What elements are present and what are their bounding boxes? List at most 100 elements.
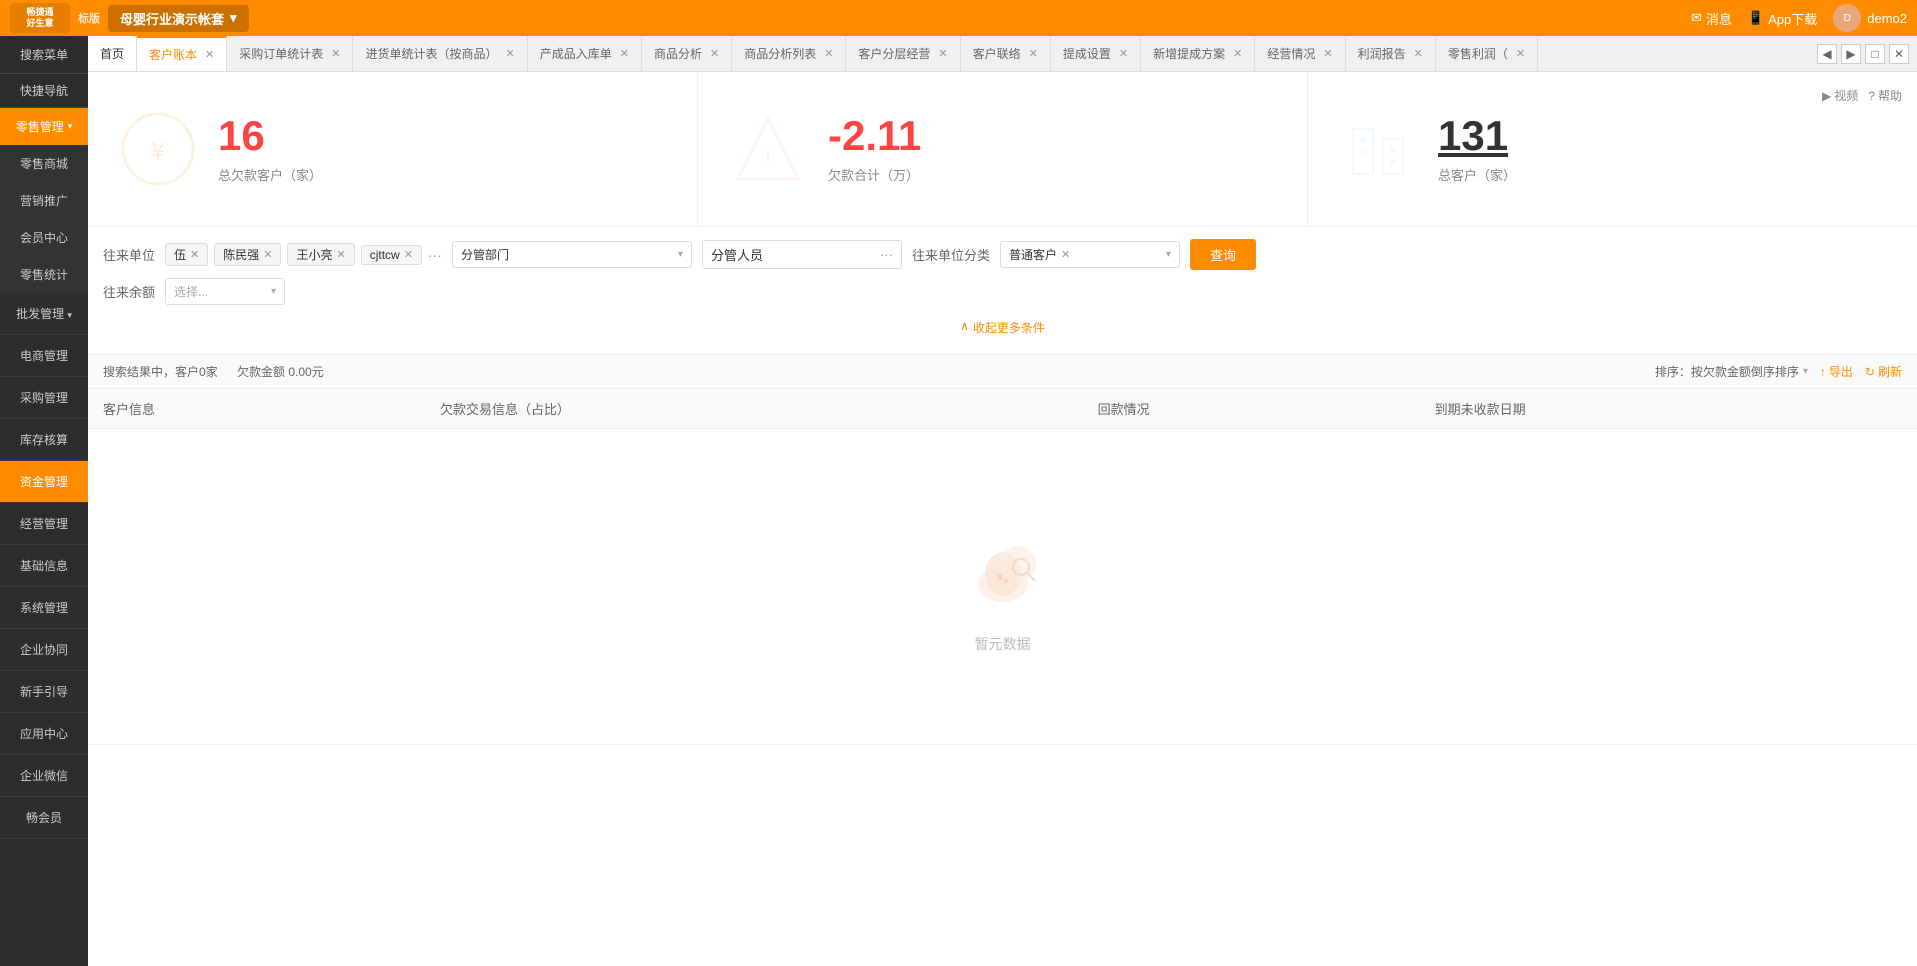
stat-value-total: 131 [1438,115,1516,157]
sidebar-item-retail[interactable]: 零售管理 ▾ [0,108,88,145]
col-due-date: 到期未收款日期 [1420,389,1917,429]
help-btn[interactable]: ? 帮助 [1868,87,1902,104]
tab-scroll-right[interactable]: ▶ [1841,44,1861,64]
tab-close-business[interactable]: ✕ [1323,47,1332,60]
tab-goods-analysis[interactable]: 商品分析 ✕ [642,36,732,72]
filter-area: 往来单位 伍 ✕ 陈民强 ✕ 王小亮 [88,227,1917,355]
main-layout: 搜索菜单 快捷导航 零售管理 ▾ 零售商城 营销推广 会员中心 零售统计 批发管… [0,36,1917,966]
tab-stock-stats[interactable]: 进货单统计表（按商品） ✕ [353,36,527,72]
sidebar-item-capital[interactable]: 资金管理 [0,461,88,503]
unit-category-selector[interactable]: 普通客户 ✕ ▾ [1000,241,1180,268]
filter-tag-close-chen[interactable]: ✕ [263,248,272,261]
sidebar-quick-nav[interactable]: 快捷导航 [0,74,88,108]
tab-business[interactable]: 经营情况 ✕ [1255,36,1345,72]
sort-selector[interactable]: 排序：按欠款金额倒序排序 ▾ [1655,363,1808,380]
download-icon: 📱 [1748,10,1764,26]
filter-tag-close-common[interactable]: ✕ [1061,248,1070,261]
tab-home[interactable]: 首页 [88,36,137,72]
refresh-btn[interactable]: ↻ 刷新 [1865,363,1902,380]
tab-close-goods[interactable]: ✕ [710,47,719,60]
svg-text:¥: ¥ [150,138,165,165]
filter-tag-close-cjttcw[interactable]: ✕ [404,248,413,261]
tab-profit-report[interactable]: 利润报告 ✕ [1346,36,1436,72]
balance-label: 往来余额 [103,282,155,301]
user-avatar-btn[interactable]: D demo2 [1833,4,1907,32]
chevron-down-sort: ▾ [1803,366,1808,377]
balance-selector[interactable]: 选择... ▾ [165,278,285,305]
stat-info-total: 131 总客户（家） [1438,115,1516,184]
sidebar-item-operations[interactable]: 经营管理 [0,503,88,545]
chevron-down-icon: ▾ [230,10,237,26]
sidebar-item-system[interactable]: 系统管理 [0,587,88,629]
video-btn[interactable]: ▶ 视频 [1822,87,1858,104]
chevron-down-dept: ▾ [678,249,683,260]
sidebar-item-wholesale[interactable]: 批发管理 ▾ [0,293,88,335]
tab-close-contact[interactable]: ✕ [1029,47,1038,60]
tab-purchase-order[interactable]: 采购订单统计表 ✕ [227,36,353,72]
tab-close-purchase[interactable]: ✕ [331,47,340,60]
tab-customer-segment[interactable]: 客户分层经营 ✕ [846,36,960,72]
system-selector[interactable]: 母婴行业演示帐套 ▾ [108,5,249,32]
filter-tag-wu: 伍 ✕ [165,243,208,266]
sidebar-item-marketing[interactable]: 营销推广 [0,182,88,219]
sidebar-item-app-center[interactable]: 应用中心 [0,713,88,755]
tab-goods-analysis-list[interactable]: 商品分析列表 ✕ [732,36,846,72]
tab-close-stock[interactable]: ✕ [506,47,515,60]
tab-scroll-left[interactable]: ◀ [1817,44,1837,64]
data-table: 客户信息 欠款交易信息（占比） 回款情况 到期未收款日期 [88,389,1917,745]
sidebar-item-new-guide[interactable]: 新手引导 [0,671,88,713]
sidebar-item-member[interactable]: 会员中心 [0,219,88,256]
person-selector[interactable]: 分管人员 ··· [702,240,902,269]
col-debt-info: 欠款交易信息（占比） [425,389,1083,429]
tab-close-customer-book[interactable]: ✕ [205,48,214,61]
building-icon [1338,109,1418,189]
sidebar-item-wecom[interactable]: 企业微信 [0,755,88,797]
sidebar-item-purchase[interactable]: 采购管理 [0,377,88,419]
sidebar-item-ecommerce[interactable]: 电商管理 [0,335,88,377]
table-empty-row: 暂元数据 [88,429,1917,745]
sidebar-item-inventory[interactable]: 库存核算 [0,419,88,461]
stat-info-customers: 16 总欠款客户（家） [218,115,322,184]
tab-close-segment[interactable]: ✕ [938,47,947,60]
tab-maximize[interactable]: □ [1865,44,1885,64]
unit-label: 往来单位 [103,245,155,264]
tab-close-profit[interactable]: ✕ [1414,47,1423,60]
tab-close-product-in[interactable]: ✕ [620,47,629,60]
tab-close-goods-list[interactable]: ✕ [824,47,833,60]
query-button[interactable]: 查询 [1190,239,1256,270]
top-bar-right: ✉ 消息 📱 App下载 D demo2 [1691,4,1907,32]
sidebar-search[interactable]: 搜索菜单 [0,36,88,74]
tab-customer-contact[interactable]: 客户联络 ✕ [961,36,1051,72]
filter-more-tags[interactable]: ··· [428,247,442,263]
sidebar-item-enterprise[interactable]: 企业协同 [0,629,88,671]
tab-close-plan[interactable]: ✕ [1233,47,1242,60]
empty-state-cell: 暂元数据 [88,429,1917,745]
sidebar-item-vip[interactable]: 畅会员 [0,797,88,839]
dept-selector[interactable]: 分管部门 ▾ [452,241,692,268]
tab-retail-profit[interactable]: 零售利润（ ✕ [1436,36,1538,72]
tab-promotion-settings[interactable]: 提成设置 ✕ [1051,36,1141,72]
app-subtitle: 标版 [78,10,100,26]
messages-btn[interactable]: ✉ 消息 [1691,9,1732,28]
tab-controls: ◀ ▶ □ ✕ [1809,44,1917,64]
tab-product-in[interactable]: 产成品入库单 ✕ [528,36,642,72]
filter-tag-close-wang[interactable]: ✕ [337,248,346,261]
stat-block-debt: ! -2.11 欠款合计（万） [698,72,1308,226]
sidebar-item-retail-stats[interactable]: 零售统计 [0,256,88,293]
sidebar-item-retail-mall[interactable]: 零售商城 [0,145,88,182]
sidebar-item-basic-info[interactable]: 基础信息 [0,545,88,587]
tab-close-promotion[interactable]: ✕ [1119,47,1128,60]
collapse-btn[interactable]: ∧ 收起更多条件 [103,313,1902,342]
tab-customer-book[interactable]: 客户账本 ✕ [137,36,227,72]
empty-text: 暂元数据 [975,634,1031,654]
tab-close-retail-profit[interactable]: ✕ [1516,47,1525,60]
app-logo: 畅捷通好生意 [10,3,70,33]
empty-state: 暂元数据 [103,439,1902,734]
filter-tag-close-wu[interactable]: ✕ [190,248,199,261]
svg-text:!: ! [765,147,771,169]
export-btn[interactable]: ↑ 导出 [1820,363,1853,380]
filter-tags-unit: 伍 ✕ 陈民强 ✕ 王小亮 ✕ [165,243,442,266]
app-download-btn[interactable]: 📱 App下载 [1748,9,1817,28]
tab-close-all[interactable]: ✕ [1889,44,1909,64]
tab-new-plan[interactable]: 新增提成方案 ✕ [1141,36,1255,72]
